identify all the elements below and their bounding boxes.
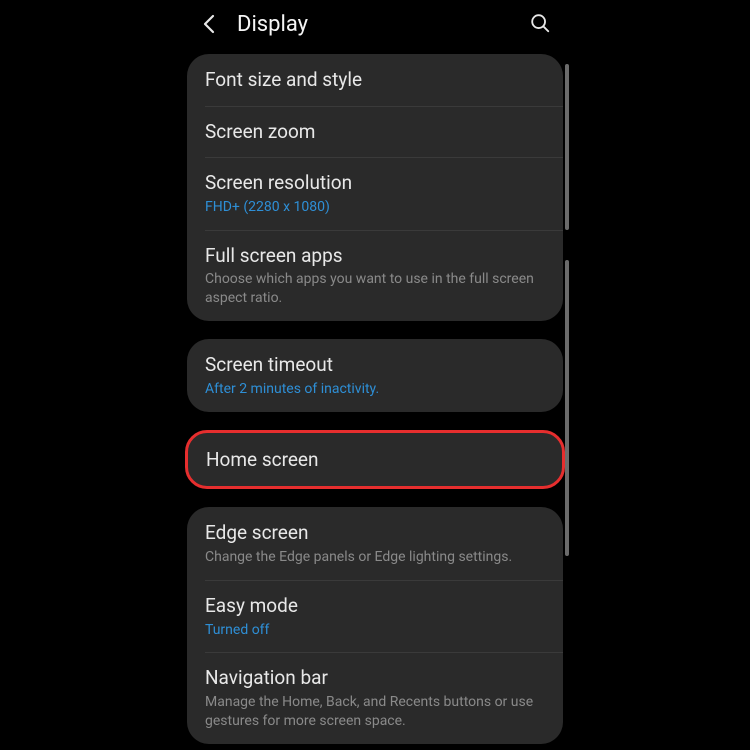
app-header: Display: [179, 0, 571, 54]
scrollbar[interactable]: [565, 64, 569, 230]
item-title: Full screen apps: [205, 243, 545, 269]
item-navigation-bar[interactable]: Navigation bar Manage the Home, Back, an…: [187, 652, 563, 743]
settings-card-highlighted: Home screen: [185, 430, 565, 490]
item-title: Navigation bar: [205, 665, 545, 691]
item-title: Edge screen: [205, 520, 545, 546]
item-home-screen[interactable]: Home screen: [188, 433, 562, 487]
item-subtext: Manage the Home, Back, and Recents butto…: [205, 693, 545, 731]
item-full-screen-apps[interactable]: Full screen apps Choose which apps you w…: [187, 230, 563, 321]
item-font-size[interactable]: Font size and style: [187, 54, 563, 106]
item-subtext: After 2 minutes of inactivity.: [205, 380, 545, 399]
search-icon[interactable]: [529, 12, 553, 36]
item-screen-resolution[interactable]: Screen resolution FHD+ (2280 x 1080): [187, 157, 563, 230]
back-icon[interactable]: [197, 13, 219, 35]
item-easy-mode[interactable]: Easy mode Turned off: [187, 580, 563, 653]
page-title: Display: [237, 12, 529, 37]
item-title: Screen zoom: [205, 119, 545, 145]
settings-card: Screen timeout After 2 minutes of inacti…: [187, 339, 563, 412]
settings-content: Font size and style Screen zoom Screen r…: [179, 54, 571, 750]
item-subtext: Change the Edge panels or Edge lighting …: [205, 548, 545, 567]
item-title: Easy mode: [205, 593, 545, 619]
item-subtext: Choose which apps you want to use in the…: [205, 270, 545, 308]
item-screen-timeout[interactable]: Screen timeout After 2 minutes of inacti…: [187, 339, 563, 412]
item-title: Home screen: [206, 447, 544, 473]
scrollbar[interactable]: [565, 260, 569, 556]
item-edge-screen[interactable]: Edge screen Change the Edge panels or Ed…: [187, 507, 563, 580]
item-title: Screen resolution: [205, 170, 545, 196]
item-subtext: Turned off: [205, 621, 545, 640]
settings-card: Font size and style Screen zoom Screen r…: [187, 54, 563, 321]
item-screen-zoom[interactable]: Screen zoom: [187, 106, 563, 158]
phone-frame: Display Font size and style Screen zoom …: [179, 0, 571, 750]
item-title: Font size and style: [205, 67, 545, 93]
settings-card: Edge screen Change the Edge panels or Ed…: [187, 507, 563, 743]
item-subtext: FHD+ (2280 x 1080): [205, 198, 545, 217]
item-title: Screen timeout: [205, 352, 545, 378]
